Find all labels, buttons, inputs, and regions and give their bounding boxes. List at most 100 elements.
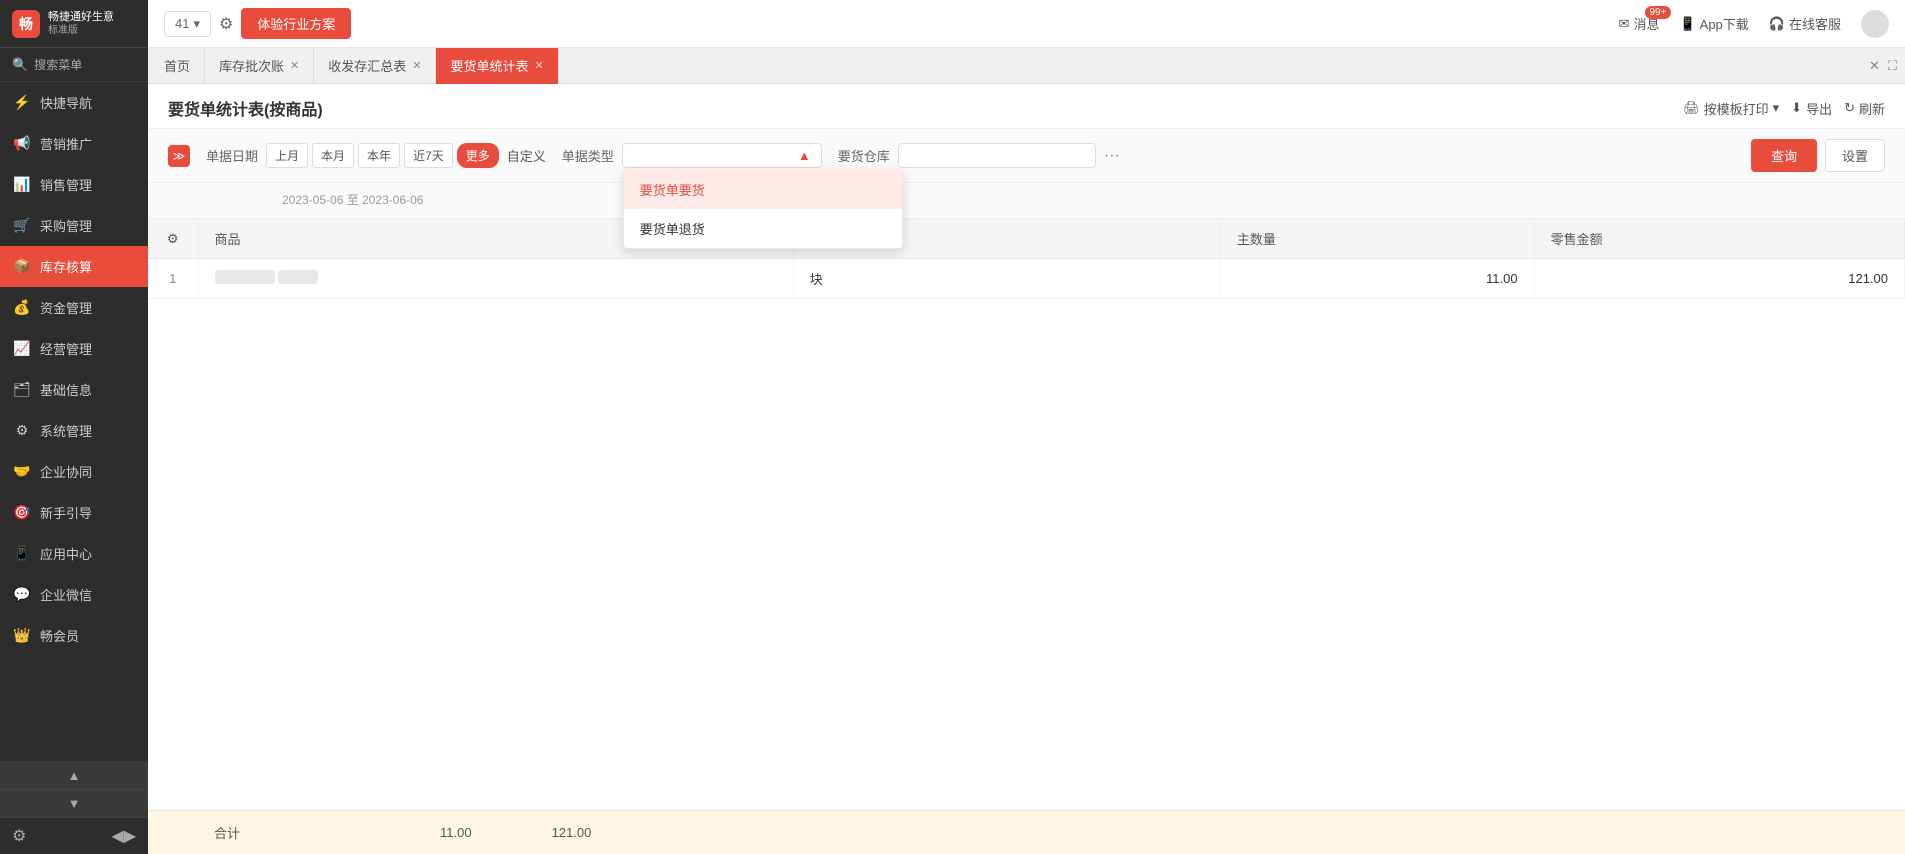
- sidebar-logo: 畅 畅捷通好生意 标准版: [0, 0, 148, 48]
- more-dates-btn[interactable]: 更多: [457, 143, 499, 168]
- dropdown-item-return-goods[interactable]: 要货单退货: [624, 209, 902, 248]
- footer-values: 11.00 121.00: [440, 825, 591, 840]
- app-download-item[interactable]: 📱 App下载: [1679, 14, 1748, 33]
- tab-order-summary[interactable]: 要货单统计表 ✕: [436, 48, 558, 84]
- sidebar-item-sales[interactable]: 📊 销售管理: [0, 164, 148, 205]
- page-title: 要货单统计表(按商品): [168, 96, 323, 120]
- tab-inventory-batch[interactable]: 库存批次账 ✕: [205, 48, 314, 84]
- query-button[interactable]: 查询: [1751, 139, 1817, 172]
- chevron-down-icon: ▾: [1773, 100, 1780, 116]
- sidebar-item-quick-nav[interactable]: ⚡快捷导航: [0, 82, 148, 123]
- sidebar-item-enterprise[interactable]: 🤝企业协同: [0, 451, 148, 492]
- nav-icon-finance: 💰: [12, 299, 32, 316]
- message-icon: ✉: [1619, 16, 1630, 32]
- search-menu[interactable]: 🔍 搜索菜单: [0, 48, 148, 82]
- refresh-action[interactable]: ↻ 刷新: [1844, 99, 1885, 118]
- nav-icon-marketing: 📢: [12, 135, 32, 152]
- nav-icon-sales: 📊: [12, 176, 32, 193]
- type-dropdown-menu: 要货单要货 要货单退货: [623, 169, 903, 249]
- message-item[interactable]: ✉ 消息 99+: [1619, 14, 1660, 33]
- sidebar-nav: ⚡快捷导航📢营销推广 📊 销售管理 🛒采购管理📦库存核算💰资金管理 📈 经营管理 🗂基础信息…: [0, 82, 148, 761]
- collapse-icon[interactable]: ◀▶: [111, 826, 136, 846]
- date-range-display: 2023-05-06 至 2023-06-06: [282, 191, 423, 208]
- filter-expand-button[interactable]: ≫: [168, 145, 190, 167]
- type-select[interactable]: ▲ 要货单要货 要货单退货: [622, 143, 822, 168]
- sidebar-item-finance[interactable]: 💰资金管理: [0, 287, 148, 328]
- tab-collect-summary[interactable]: 收发存汇总表 ✕: [314, 48, 436, 84]
- nav-icon-operations: 📈: [12, 340, 32, 357]
- type-label: 单据类型: [562, 146, 614, 165]
- settings-button[interactable]: 设置: [1825, 139, 1885, 172]
- sidebar-scroll-up[interactable]: ▼: [0, 789, 148, 817]
- row-quantity: 11.00: [1220, 259, 1534, 299]
- page-content: 要货单统计表(按商品) 🖨 按模板打印 ▾ ⬇ 导出 ↻ 刷新 ≫: [148, 84, 1905, 854]
- sidebar-item-system[interactable]: ⚙系统管理: [0, 410, 148, 451]
- page-header-actions: 🖨 按模板打印 ▾ ⬇ 导出 ↻ 刷新: [1683, 99, 1885, 118]
- sidebar-item-purchase[interactable]: 🛒采购管理: [0, 205, 148, 246]
- footer-label: 合计: [214, 823, 240, 842]
- online-service-item[interactable]: 🎧 在线客服: [1769, 14, 1841, 33]
- tab-close-icon[interactable]: ✕: [412, 59, 421, 72]
- topbar-left: 41 ▾ ⚙ 体验行业方案: [164, 8, 351, 39]
- dropdown-item-order-goods[interactable]: 要货单要货: [624, 170, 902, 209]
- refresh-icon: ↻: [1844, 100, 1855, 116]
- custom-label[interactable]: 自定义: [507, 146, 546, 165]
- tab-close-icon[interactable]: ✕: [535, 59, 544, 72]
- data-table: ⚙ 商品 主计量单位 主数量 零售金额 1: [148, 219, 1905, 299]
- nav-icon-guide: 🎯: [12, 504, 32, 521]
- sidebar-scroll-down[interactable]: ▲: [0, 761, 148, 789]
- print-icon: 🖨: [1683, 100, 1700, 116]
- type-filter-group: 单据类型 ▲ 要货单要货 要货单退货: [562, 143, 822, 168]
- user-avatar[interactable]: [1861, 10, 1889, 38]
- sidebar-item-marketing[interactable]: 📢营销推广: [0, 123, 148, 164]
- settings-icon[interactable]: ⚙: [12, 826, 26, 846]
- warehouse-filter-group: 要货仓库 ···: [838, 143, 1120, 168]
- ellipsis-icon[interactable]: ···: [1104, 147, 1120, 165]
- tab-home[interactable]: 首页: [156, 48, 205, 84]
- company-dropdown[interactable]: 41 ▾: [164, 11, 211, 37]
- close-window-icon[interactable]: ✕: [1869, 58, 1880, 74]
- sidebar-item-guide[interactable]: 🎯 新手引导: [0, 492, 148, 533]
- sidebar-bottom: ⚙ ◀▶: [0, 817, 148, 854]
- main-area: 41 ▾ ⚙ 体验行业方案 ✉ 消息 99+ 📱 App下载 🎧 在线客服: [148, 0, 1905, 854]
- nav-label-wechat: 企业微信: [40, 585, 92, 604]
- download-icon: 📱: [1679, 16, 1695, 32]
- last-month-btn[interactable]: 上月: [266, 143, 308, 168]
- search-icon: 🔍: [12, 57, 28, 73]
- row-product: [198, 259, 793, 299]
- nav-label-operations: 经营管理: [40, 339, 92, 358]
- nav-label-sales: 销售管理: [40, 175, 92, 194]
- export-action[interactable]: ⬇ 导出: [1791, 99, 1832, 118]
- sidebar-item-member[interactable]: 👑 畅会员: [0, 615, 148, 656]
- filter-actions: 查询 设置: [1751, 139, 1885, 172]
- col-settings[interactable]: ⚙: [148, 219, 198, 259]
- table-row: 1 块 11.00 121.00: [148, 259, 1905, 299]
- nav-label-member: 畅会员: [40, 626, 79, 645]
- nav-icon-quick-nav: ⚡: [12, 94, 32, 111]
- sidebar-item-basic[interactable]: 🗂基础信息: [0, 369, 148, 410]
- nav-label-basic: 基础信息: [40, 380, 92, 399]
- this-month-btn[interactable]: 本月: [312, 143, 354, 168]
- app-logo-icon: 畅: [12, 10, 40, 38]
- trial-button[interactable]: 体验行业方案: [241, 8, 351, 39]
- maximize-icon[interactable]: ⛶: [1888, 58, 1897, 74]
- sidebar-item-apps[interactable]: 📱应用中心: [0, 533, 148, 574]
- chevron-up-icon: ▲: [798, 148, 811, 163]
- last-7-days-btn[interactable]: 近7天: [404, 143, 453, 168]
- nav-label-guide: 新手引导: [40, 503, 92, 522]
- print-template-action[interactable]: 🖨 按模板打印 ▾: [1683, 99, 1779, 118]
- sidebar: 畅 畅捷通好生意 标准版 🔍 搜索菜单 ⚡快捷导航📢营销推广 📊 销售管理 🛒采购管理…: [0, 0, 148, 854]
- nav-icon-member: 👑: [12, 627, 32, 644]
- sidebar-item-operations[interactable]: 📈 经营管理: [0, 328, 148, 369]
- tab-close-icon[interactable]: ✕: [290, 59, 299, 72]
- sidebar-item-inventory[interactable]: 📦库存核算: [0, 246, 148, 287]
- filter-bar: ≫ 单据日期 上月 本月 本年 近7天 更多 自定义 单据类型 ▲: [148, 129, 1905, 183]
- warehouse-input[interactable]: [898, 143, 1096, 168]
- nav-icon-enterprise: 🤝: [12, 463, 32, 480]
- row-index: 1: [148, 259, 198, 299]
- date-range-row: 2023-05-06 至 2023-06-06: [148, 183, 1905, 219]
- topbar-gear-icon[interactable]: ⚙: [219, 14, 233, 34]
- sidebar-item-wechat[interactable]: 💬企业微信: [0, 574, 148, 615]
- row-unit: 块: [793, 259, 1220, 299]
- this-year-btn[interactable]: 本年: [358, 143, 400, 168]
